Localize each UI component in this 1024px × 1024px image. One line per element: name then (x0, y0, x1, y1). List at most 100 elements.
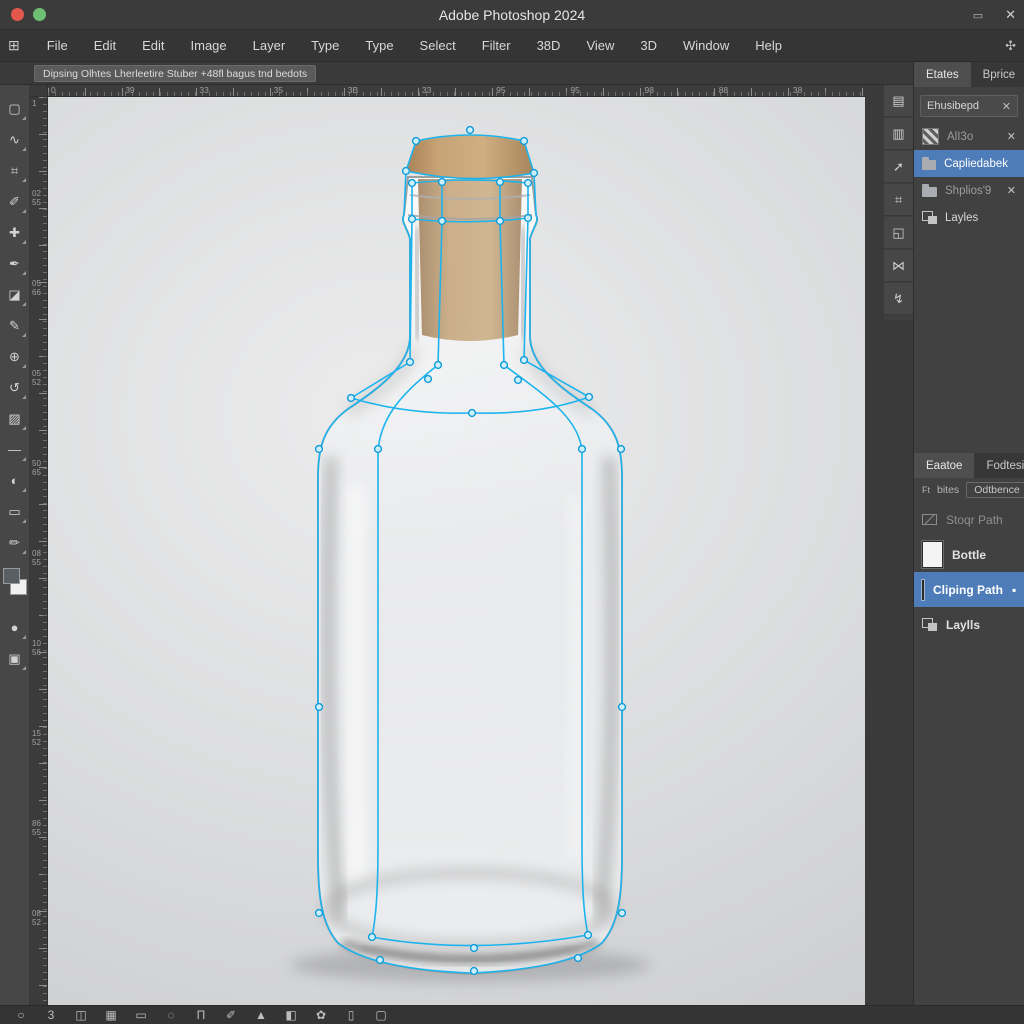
healing-tool-icon[interactable]: ✚ (2, 217, 28, 248)
ruler-label: 1 (30, 97, 47, 187)
panel-row[interactable]: Shplios'9 ✕ (914, 177, 1024, 204)
ruler-label: 0552 (30, 367, 47, 457)
close-button[interactable]: ✕ (1005, 7, 1016, 23)
adjustments-icon[interactable]: ⌗ (884, 184, 913, 216)
folder-icon (922, 160, 936, 170)
document-canvas[interactable] (48, 97, 865, 1005)
swatches-icon[interactable]: ▥ (884, 118, 913, 150)
menu-item[interactable]: Help (742, 30, 795, 62)
pen-tool-icon[interactable]: ✒ (2, 248, 28, 279)
menu-item[interactable]: Image (178, 30, 240, 62)
menu-item[interactable]: Edit (81, 30, 129, 62)
color-swatches[interactable] (2, 566, 28, 608)
panel-row[interactable]: AlI3o ✕ (914, 123, 1024, 150)
ruler-label: 0855 (30, 547, 47, 637)
folder-icon (922, 187, 937, 197)
clone-stamp-tool-icon[interactable]: ⊕ (2, 341, 28, 372)
horizontal-ruler[interactable]: 03933353B339595988838 (48, 85, 865, 97)
gradient-tool-icon[interactable]: ▨ (2, 403, 28, 434)
marquee-tool-icon[interactable]: ▢ (2, 93, 28, 124)
layer-badge-icon: ▪ (1012, 583, 1016, 597)
eraser-tool-icon[interactable]: ◪ (2, 279, 28, 310)
layer-row[interactable]: Stoqr Path (914, 502, 1024, 537)
layers-icon (922, 618, 937, 631)
histogram-icon[interactable]: ▤ (884, 85, 913, 117)
layer-row[interactable]: Bottle (914, 537, 1024, 572)
share-icon[interactable]: ✣ (1005, 38, 1016, 54)
ruler-label: 95 (567, 85, 641, 96)
menu-item[interactable]: Window (670, 30, 742, 62)
settings-icon[interactable]: ✿ (314, 1008, 328, 1022)
panel-row[interactable]: Capliedabek (914, 150, 1024, 177)
grid-icon[interactable]: ▦ (104, 1008, 118, 1022)
count-label[interactable]: 3 (44, 1008, 58, 1022)
shape-tool-icon[interactable]: ▭ (2, 496, 28, 527)
quick-mask-icon[interactable]: ● (2, 612, 28, 643)
menu-item[interactable]: File (34, 30, 81, 62)
field-value: Ehusibepd (927, 100, 979, 112)
foreground-color-swatch[interactable] (3, 568, 20, 584)
actions-icon[interactable]: ↯ (884, 283, 913, 315)
history-brush-tool-icon[interactable]: ↺ (2, 372, 28, 403)
panel-tab[interactable]: Fodtesis (974, 453, 1024, 478)
menu-item[interactable]: Layer (240, 30, 299, 62)
canvas-icon[interactable]: ▭ (134, 1008, 148, 1022)
ruler-label: 35 (271, 85, 345, 96)
export-icon[interactable]: ➚ (884, 151, 913, 183)
menu-item[interactable]: Filter (469, 30, 524, 62)
ruler-label: 8655 (30, 817, 47, 907)
window-title: Adobe Photoshop 2024 (0, 7, 1024, 23)
clipping-path-thumbnail-icon (922, 580, 924, 600)
filter-dropdown[interactable]: Odtbence (966, 482, 1024, 498)
document-icon[interactable]: ▯ (344, 1008, 358, 1022)
filter-left-label[interactable]: bites (937, 484, 959, 496)
panel-row[interactable]: Layles (914, 204, 1024, 231)
layer-row[interactable]: Laylls (914, 607, 1024, 642)
brush-tool-icon[interactable]: ✐ (2, 186, 28, 217)
ruler-label: 88 (716, 85, 790, 96)
minimize-button[interactable]: ▭ (973, 9, 983, 22)
workspace-icon[interactable]: ◫ (74, 1008, 88, 1022)
ruler-label: 95 (493, 85, 567, 96)
menu-item[interactable]: View (573, 30, 627, 62)
clear-icon[interactable]: ✕ (1002, 100, 1011, 113)
type-tool-icon[interactable]: ✏ (2, 527, 28, 558)
title-bar: Adobe Photoshop 2024 ▭ ✕ (0, 0, 1024, 30)
crop-tool-icon[interactable]: ⌗ (2, 155, 28, 186)
panel-tab[interactable]: Etates (914, 62, 971, 87)
menu-item[interactable]: Type (298, 30, 352, 62)
close-icon[interactable]: ✕ (1007, 184, 1016, 197)
menu-item[interactable]: 38D (524, 30, 574, 62)
vertical-ruler[interactable]: 1025505660552506508551056155286550852 (30, 97, 48, 1005)
panel-tab[interactable]: Eaatoe (914, 453, 974, 478)
live-dot-icon[interactable]: ○ (14, 1008, 28, 1022)
document2-icon[interactable]: ▢ (374, 1008, 388, 1022)
panel-tab[interactable]: Bprice (971, 62, 1024, 87)
image-icon[interactable]: ▲ (254, 1008, 268, 1022)
pencil-tool-icon[interactable]: ✎ (2, 310, 28, 341)
line-tool-icon[interactable]: — (2, 434, 28, 465)
screen-mode-icon[interactable]: ▣ (2, 643, 28, 674)
menu-item[interactable]: Edit (129, 30, 177, 62)
ruler-origin-box[interactable] (30, 85, 48, 97)
layer-row[interactable]: Cliping Path ▪ (914, 572, 1024, 607)
panels-column: EtatesBprice Ehusibepd ✕ AlI3o ✕ Caplied… (913, 62, 1024, 1005)
ruler-icon[interactable]: Π (194, 1008, 208, 1022)
menu-item[interactable]: Type (352, 30, 406, 62)
zoom-icon[interactable]: ◌ (164, 1008, 178, 1022)
menu-item[interactable]: 3D (627, 30, 670, 62)
panel-icon[interactable]: ◧ (284, 1008, 298, 1022)
layers-panel: EaatoeFodtesis Ft bites Odtbence Stoqr P… (914, 453, 1024, 642)
dodge-tool-icon[interactable]: ◐ (2, 465, 28, 496)
row-label: Layles (945, 212, 978, 224)
close-icon[interactable]: ✕ (1007, 130, 1016, 143)
brush-icon[interactable]: ✐ (224, 1008, 238, 1022)
layers-filter-row: Ft bites Odtbence (914, 478, 1024, 502)
comment-icon[interactable]: ◱ (884, 217, 913, 249)
graph-icon[interactable]: ⋈ (884, 250, 913, 282)
menu-bar: ⊞ FileEditEditImageLayerTypeTypeSelectFi… (0, 30, 1024, 62)
panel-search-field[interactable]: Ehusibepd ✕ (920, 95, 1018, 117)
menu-item[interactable]: Select (407, 30, 469, 62)
top-panel-tabs: EtatesBprice (914, 62, 1024, 87)
lasso-tool-icon[interactable]: ∿ (2, 124, 28, 155)
